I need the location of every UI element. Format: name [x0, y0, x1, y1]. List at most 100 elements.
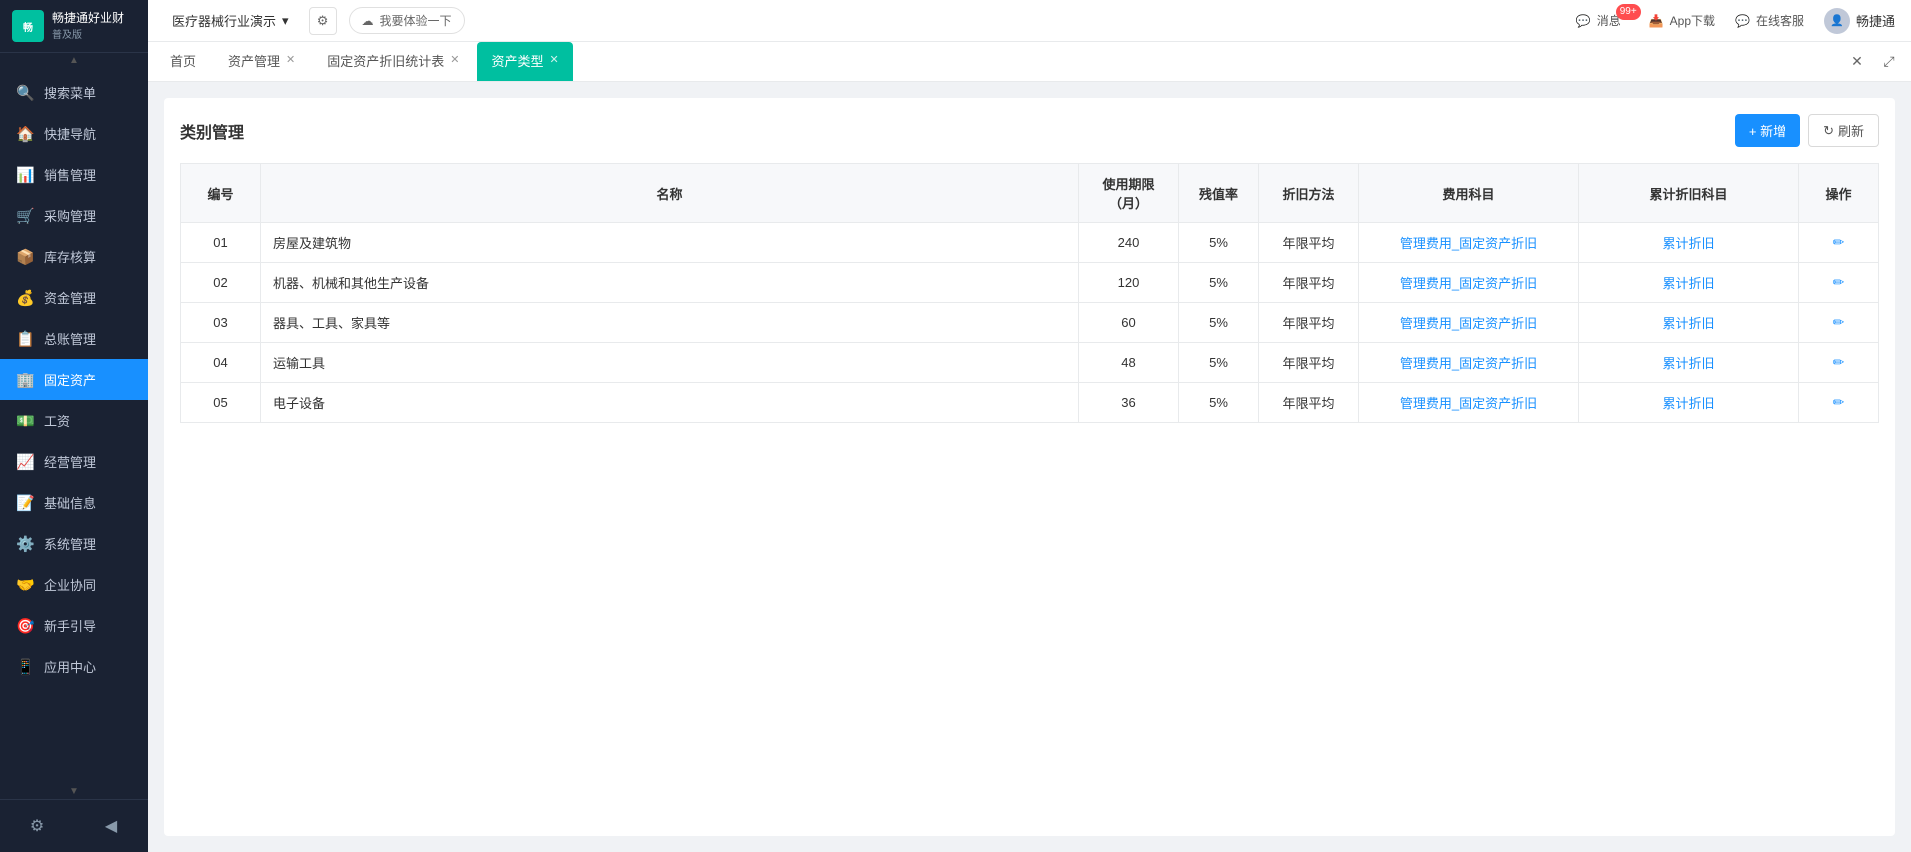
cell-accum-link[interactable]: 累计折旧 [1662, 316, 1714, 331]
sidebar-item-label: 基础信息 [44, 493, 96, 512]
cell-expense-link[interactable]: 管理费用_固定资产折旧 [1400, 316, 1537, 331]
sidebar-item-newguide[interactable]: 🎯 新手引导 [0, 605, 148, 646]
user-menu[interactable]: 👤 畅捷通 [1824, 8, 1895, 34]
tab-fullscreen-button[interactable]: ⤢ [1875, 48, 1903, 76]
settings-footer-button[interactable]: ⚙ [0, 808, 74, 844]
cell-no: 03 [181, 303, 261, 343]
sidebar-item-sysmanage[interactable]: ⚙️ 系统管理 [0, 523, 148, 564]
tab-asset-manage[interactable]: 资产管理 ✕ [214, 42, 309, 81]
tab-home[interactable]: 首页 [156, 42, 210, 81]
experience-button[interactable]: ☁ 我要体验一下 [349, 7, 465, 34]
th-period: 使用期限（月） [1079, 164, 1179, 223]
sidebar-item-fixedasset[interactable]: 🏢 固定资产 [0, 359, 148, 400]
sidebar-item-label: 快捷导航 [44, 124, 96, 143]
sidebar-item-quicknav[interactable]: 🏠 快捷导航 [0, 113, 148, 154]
cell-expense[interactable]: 管理费用_固定资产折旧 [1359, 383, 1579, 423]
online-service-action[interactable]: 💬 在线客服 [1735, 12, 1804, 29]
sidebar-item-label: 经营管理 [44, 452, 96, 471]
sidebar-item-basicinfo[interactable]: 📝 基础信息 [0, 482, 148, 523]
sidebar-item-label: 固定资产 [44, 370, 96, 389]
cell-expense[interactable]: 管理费用_固定资产折旧 [1359, 263, 1579, 303]
cell-expense[interactable]: 管理费用_固定资产折旧 [1359, 303, 1579, 343]
cell-op[interactable]: ✏ [1799, 223, 1879, 263]
sidebar-item-funds[interactable]: 💰 资金管理 [0, 277, 148, 318]
top-header: 医疗器械行业演示 ▾ ⚙ ☁ 我要体验一下 💬 消息 99+ 📥 App下载 💬… [148, 0, 1911, 42]
cell-accum-link[interactable]: 累计折旧 [1662, 356, 1714, 371]
cart-icon: 🛒 [16, 207, 34, 225]
th-residual: 残值率 [1179, 164, 1259, 223]
cell-op[interactable]: ✏ [1799, 383, 1879, 423]
edit-icon[interactable]: ✏ [1833, 394, 1845, 410]
edit-icon[interactable]: ✏ [1833, 274, 1845, 290]
sidebar-item-cooperation[interactable]: 🤝 企业协同 [0, 564, 148, 605]
app-download-action[interactable]: 📥 App下载 [1649, 12, 1715, 29]
cell-name: 电子设备 [261, 383, 1079, 423]
cell-expense-link[interactable]: 管理费用_固定资产折旧 [1400, 276, 1537, 291]
cell-expense-link[interactable]: 管理费用_固定资产折旧 [1400, 396, 1537, 411]
cell-accum[interactable]: 累计折旧 [1579, 383, 1799, 423]
app-icon: 📱 [16, 658, 34, 676]
cell-op[interactable]: ✏ [1799, 343, 1879, 383]
box-icon: 📦 [16, 248, 34, 266]
cell-accum-link[interactable]: 累计折旧 [1662, 396, 1714, 411]
cell-op[interactable]: ✏ [1799, 303, 1879, 343]
sidebar-item-ledger[interactable]: 📋 总账管理 [0, 318, 148, 359]
collapse-icon: ◀ [105, 816, 117, 836]
refresh-button[interactable]: ↻ 刷新 [1808, 114, 1879, 147]
tab-asset-type[interactable]: 资产类型 ✕ [477, 42, 572, 81]
logo-title: 畅捷通好业财 [52, 11, 124, 27]
cell-accum-link[interactable]: 累计折旧 [1662, 236, 1714, 251]
module-selector[interactable]: 医疗器械行业演示 ▾ [164, 7, 297, 34]
avatar: 👤 [1824, 8, 1850, 34]
sidebar-item-salary[interactable]: 💵 工资 [0, 400, 148, 441]
cell-expense-link[interactable]: 管理费用_固定资产折旧 [1400, 236, 1537, 251]
content-area: 类别管理 + 新增 ↻ 刷新 编号 名称 使用期限（月） 残值率 [148, 82, 1911, 852]
sidebar-item-label: 企业协同 [44, 575, 96, 594]
chevron-down-icon: ▾ [282, 13, 289, 29]
tab-fixed-asset-table-close-icon[interactable]: ✕ [450, 55, 459, 66]
sidebar-item-search[interactable]: 🔍 搜索菜单 [0, 72, 148, 113]
sidebar-item-label: 库存核算 [44, 247, 96, 266]
sidebar-item-appcenter[interactable]: 📱 应用中心 [0, 646, 148, 687]
page-header: 类别管理 + 新增 ↻ 刷新 [180, 114, 1879, 147]
sidebar-item-purchase[interactable]: 🛒 采购管理 [0, 195, 148, 236]
cell-accum[interactable]: 累计折旧 [1579, 263, 1799, 303]
cell-accum[interactable]: 累计折旧 [1579, 343, 1799, 383]
building-icon: 🏢 [16, 371, 34, 389]
message-badge: 99+ [1616, 4, 1641, 20]
scroll-up-indicator[interactable]: ▲ [0, 53, 148, 68]
cell-op[interactable]: ✏ [1799, 263, 1879, 303]
settings-footer-icon: ⚙ [30, 816, 44, 836]
cell-residual: 5% [1179, 343, 1259, 383]
sidebar-item-bizmanage[interactable]: 📈 经营管理 [0, 441, 148, 482]
scroll-down-indicator[interactable]: ▼ [0, 784, 148, 799]
header-settings-button[interactable]: ⚙ [309, 7, 337, 35]
edit-icon[interactable]: ✏ [1833, 314, 1845, 330]
cell-accum[interactable]: 累计折旧 [1579, 303, 1799, 343]
cell-expense-link[interactable]: 管理费用_固定资产折旧 [1400, 356, 1537, 371]
sidebar-item-label: 搜索菜单 [44, 83, 96, 102]
message-action[interactable]: 💬 消息 99+ [1568, 12, 1629, 29]
tab-asset-type-close-icon[interactable]: ✕ [550, 55, 559, 66]
sidebar-item-sales[interactable]: 📊 销售管理 [0, 154, 148, 195]
tab-close-button[interactable]: ✕ [1843, 48, 1871, 76]
info-icon: 📝 [16, 494, 34, 512]
th-no: 编号 [181, 164, 261, 223]
new-button[interactable]: + 新增 [1735, 114, 1800, 147]
page-title: 类别管理 [180, 119, 244, 143]
edit-icon[interactable]: ✏ [1833, 234, 1845, 250]
cell-expense[interactable]: 管理费用_固定资产折旧 [1359, 223, 1579, 263]
collapse-sidebar-button[interactable]: ◀ [74, 808, 148, 844]
cell-expense[interactable]: 管理费用_固定资产折旧 [1359, 343, 1579, 383]
tab-asset-manage-close-icon[interactable]: ✕ [286, 55, 295, 66]
cell-accum[interactable]: 累计折旧 [1579, 223, 1799, 263]
table-header-row: 编号 名称 使用期限（月） 残值率 折旧方法 费用科目 累计折旧科目 操作 [181, 164, 1879, 223]
table-row: 03器具、工具、家具等605%年限平均管理费用_固定资产折旧累计折旧✏ [181, 303, 1879, 343]
tab-fixed-asset-table-label: 固定资产折旧统计表 [327, 51, 444, 70]
cell-no: 05 [181, 383, 261, 423]
tab-fixed-asset-table[interactable]: 固定资产折旧统计表 ✕ [313, 42, 473, 81]
cell-residual: 5% [1179, 263, 1259, 303]
sidebar-item-inventory[interactable]: 📦 库存核算 [0, 236, 148, 277]
cell-accum-link[interactable]: 累计折旧 [1662, 276, 1714, 291]
edit-icon[interactable]: ✏ [1833, 354, 1845, 370]
